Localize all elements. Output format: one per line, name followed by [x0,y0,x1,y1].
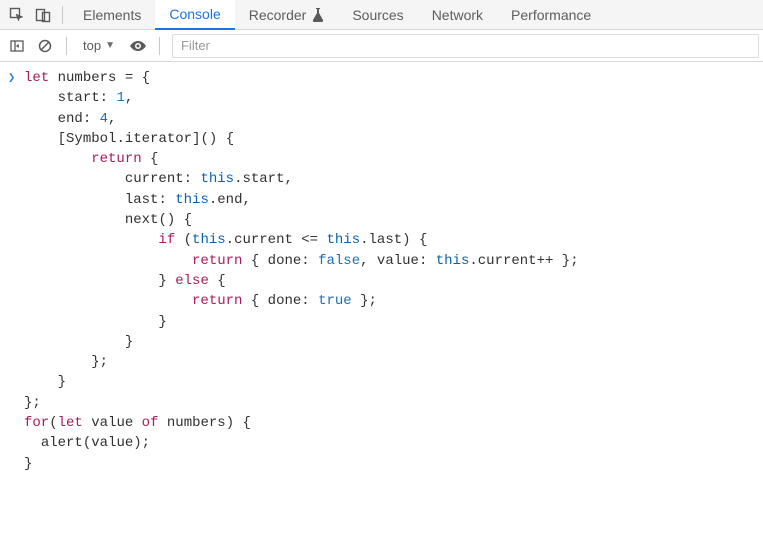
tab-network[interactable]: Network [418,0,497,30]
tab-label: Elements [83,7,141,23]
chevron-down-icon: ▼ [105,40,115,51]
context-label: top [83,38,101,53]
device-toggle-icon[interactable] [30,2,56,28]
divider [159,37,160,55]
code-block[interactable]: let numbers = { start: 1, end: 4, [Symbo… [24,68,579,474]
filter-wrap [172,34,759,58]
tab-label: Console [169,6,220,22]
clear-console-icon[interactable] [32,33,58,59]
tab-elements[interactable]: Elements [69,0,155,30]
live-expression-icon[interactable] [125,33,151,59]
console-body: ❯ let numbers = { start: 1, end: 4, [Sym… [0,62,763,484]
flask-icon [312,8,324,22]
tab-recorder[interactable]: Recorder [235,0,339,30]
console-toolbar: top ▼ [0,30,763,62]
sidebar-toggle-icon[interactable] [4,33,30,59]
divider [66,37,67,55]
tab-console[interactable]: Console [155,0,234,30]
prompt-icon: ❯ [8,68,24,474]
context-selector[interactable]: top ▼ [75,35,123,57]
divider [62,6,63,24]
tab-label: Recorder [249,7,307,23]
tab-label: Sources [352,7,403,23]
filter-input[interactable] [173,35,758,57]
tab-label: Network [432,7,483,23]
devtools-tab-strip: Elements Console Recorder Sources Networ… [0,0,763,30]
tab-label: Performance [511,7,591,23]
inspect-icon[interactable] [4,2,30,28]
console-entry[interactable]: ❯ let numbers = { start: 1, end: 4, [Sym… [0,66,763,474]
tab-sources[interactable]: Sources [338,0,417,30]
tab-performance[interactable]: Performance [497,0,605,30]
